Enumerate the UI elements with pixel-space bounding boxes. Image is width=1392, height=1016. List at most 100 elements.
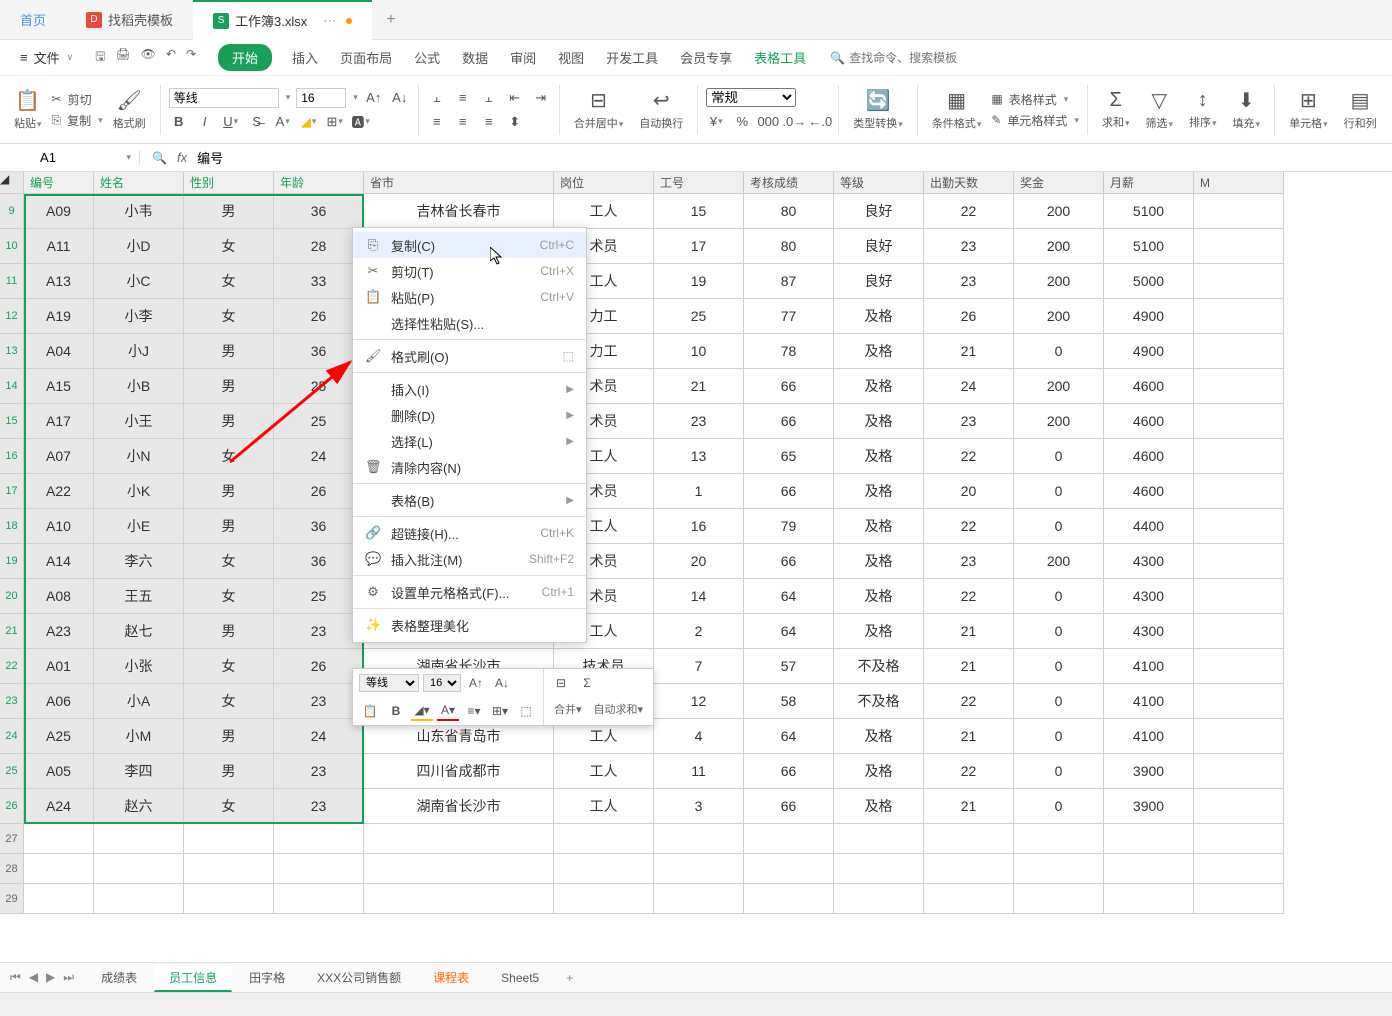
cell[interactable]: 女 (184, 439, 274, 474)
cell[interactable] (924, 884, 1014, 914)
cell[interactable]: 17 (654, 229, 744, 264)
cell[interactable]: 13 (654, 439, 744, 474)
cell[interactable] (1194, 684, 1284, 719)
cell[interactable]: A10 (24, 509, 94, 544)
mini-size-select[interactable]: 16 (423, 674, 461, 692)
cell[interactable]: 不及格 (834, 684, 924, 719)
context-menu-item[interactable]: ⚙设置单元格格式(F)...Ctrl+1 (353, 579, 586, 605)
row-header[interactable]: 28 (0, 854, 24, 884)
context-menu-item[interactable]: 选择(L)▶ (353, 428, 586, 454)
cell[interactable]: 22 (924, 194, 1014, 229)
cell[interactable]: 5100 (1104, 229, 1194, 264)
cell[interactable]: 男 (184, 369, 274, 404)
add-sheet-button[interactable]: + (556, 967, 583, 989)
cell[interactable]: 25 (274, 404, 364, 439)
formula-input[interactable] (197, 150, 497, 165)
cell[interactable]: 男 (184, 509, 274, 544)
row-header[interactable]: 29 (0, 884, 24, 914)
cell[interactable]: A04 (24, 334, 94, 369)
context-menu-item[interactable]: 🗑清除内容(N) (353, 454, 586, 480)
context-menu-item[interactable]: ✂剪切(T)Ctrl+X (353, 258, 586, 284)
cell[interactable] (1194, 614, 1284, 649)
cell[interactable] (1194, 884, 1284, 914)
cell[interactable] (1194, 649, 1284, 684)
cell[interactable]: 男 (184, 404, 274, 439)
cell[interactable]: 23 (924, 544, 1014, 579)
cell[interactable]: 65 (744, 439, 834, 474)
cell[interactable]: 女 (184, 264, 274, 299)
row-header[interactable]: 15 (0, 404, 24, 439)
cell[interactable]: 0 (1014, 579, 1104, 614)
cell[interactable]: 女 (184, 789, 274, 824)
cell[interactable]: 21 (924, 719, 1014, 754)
cell[interactable]: 33 (274, 264, 364, 299)
cell[interactable]: 男 (184, 614, 274, 649)
tab-table-tools[interactable]: 表格工具 (752, 44, 808, 71)
cell[interactable] (1104, 854, 1194, 884)
cell[interactable]: 男 (184, 719, 274, 754)
cell[interactable]: 及格 (834, 579, 924, 614)
cell[interactable] (1194, 299, 1284, 334)
cell[interactable]: 0 (1014, 649, 1104, 684)
cell[interactable]: 20 (924, 474, 1014, 509)
mini-font-color-icon[interactable]: A▾ (437, 701, 459, 721)
sheet-tab[interactable]: 员工信息 (154, 964, 232, 992)
cell[interactable]: 58 (744, 684, 834, 719)
tab-review[interactable]: 审阅 (508, 44, 538, 71)
row-header[interactable]: 21 (0, 614, 24, 649)
cell[interactable]: 小N (94, 439, 184, 474)
percent-icon[interactable]: % (732, 111, 752, 131)
cell[interactable]: A11 (24, 229, 94, 264)
row-header[interactable]: 14 (0, 369, 24, 404)
cell[interactable]: 良好 (834, 264, 924, 299)
row-header[interactable]: 18 (0, 509, 24, 544)
cell[interactable]: 22 (924, 754, 1014, 789)
cell[interactable]: 及格 (834, 789, 924, 824)
type-convert-button[interactable]: 🔄类型转换▾ (847, 88, 909, 131)
cell[interactable]: 及格 (834, 719, 924, 754)
cell[interactable]: 1 (654, 474, 744, 509)
cell[interactable]: 23 (274, 789, 364, 824)
col-header[interactable]: 出勤天数 (924, 172, 1014, 193)
cell[interactable]: 女 (184, 544, 274, 579)
cell[interactable]: 及格 (834, 614, 924, 649)
cell-style-button[interactable]: ✎单元格样式▾ (991, 112, 1079, 129)
cell[interactable]: 23 (274, 754, 364, 789)
orient-icon[interactable]: ⬍ (505, 112, 525, 132)
add-tab-button[interactable]: + (372, 11, 409, 29)
cell[interactable]: 22 (924, 439, 1014, 474)
cell[interactable] (1194, 404, 1284, 439)
name-box-input[interactable] (8, 150, 88, 165)
cell[interactable]: 小K (94, 474, 184, 509)
cell[interactable]: 湖南省长沙市 (364, 789, 554, 824)
tab-menu-icon[interactable]: ⋯ (323, 13, 336, 29)
tab-view[interactable]: 视图 (556, 44, 586, 71)
cell[interactable] (184, 824, 274, 854)
cell[interactable]: 19 (654, 264, 744, 299)
sort-button[interactable]: ↕排序▾ (1183, 89, 1223, 130)
cell[interactable]: 工人 (554, 789, 654, 824)
mini-clipboard-icon[interactable]: 📋 (359, 701, 381, 721)
cell[interactable] (274, 884, 364, 914)
cell[interactable]: 4300 (1104, 544, 1194, 579)
mini-bold-icon[interactable]: B (385, 701, 407, 721)
cell[interactable]: 赵六 (94, 789, 184, 824)
cell[interactable]: 男 (184, 334, 274, 369)
cell[interactable] (744, 854, 834, 884)
name-box[interactable]: ▾ (0, 150, 140, 165)
cell[interactable] (24, 884, 94, 914)
cell[interactable]: 200 (1014, 229, 1104, 264)
cell[interactable]: 22 (924, 509, 1014, 544)
col-header[interactable]: 考核成绩 (744, 172, 834, 193)
cell[interactable]: A06 (24, 684, 94, 719)
cell[interactable]: 3900 (1104, 789, 1194, 824)
mini-dec-font-icon[interactable]: A↓ (491, 673, 513, 693)
cell[interactable] (834, 854, 924, 884)
preview-icon[interactable]: 👁 (141, 47, 156, 68)
cell[interactable]: 87 (744, 264, 834, 299)
mini-inc-font-icon[interactable]: A↑ (465, 673, 487, 693)
cell[interactable]: 25 (274, 579, 364, 614)
cell[interactable] (924, 854, 1014, 884)
cell[interactable]: 23 (924, 404, 1014, 439)
cell[interactable]: 23 (274, 684, 364, 719)
